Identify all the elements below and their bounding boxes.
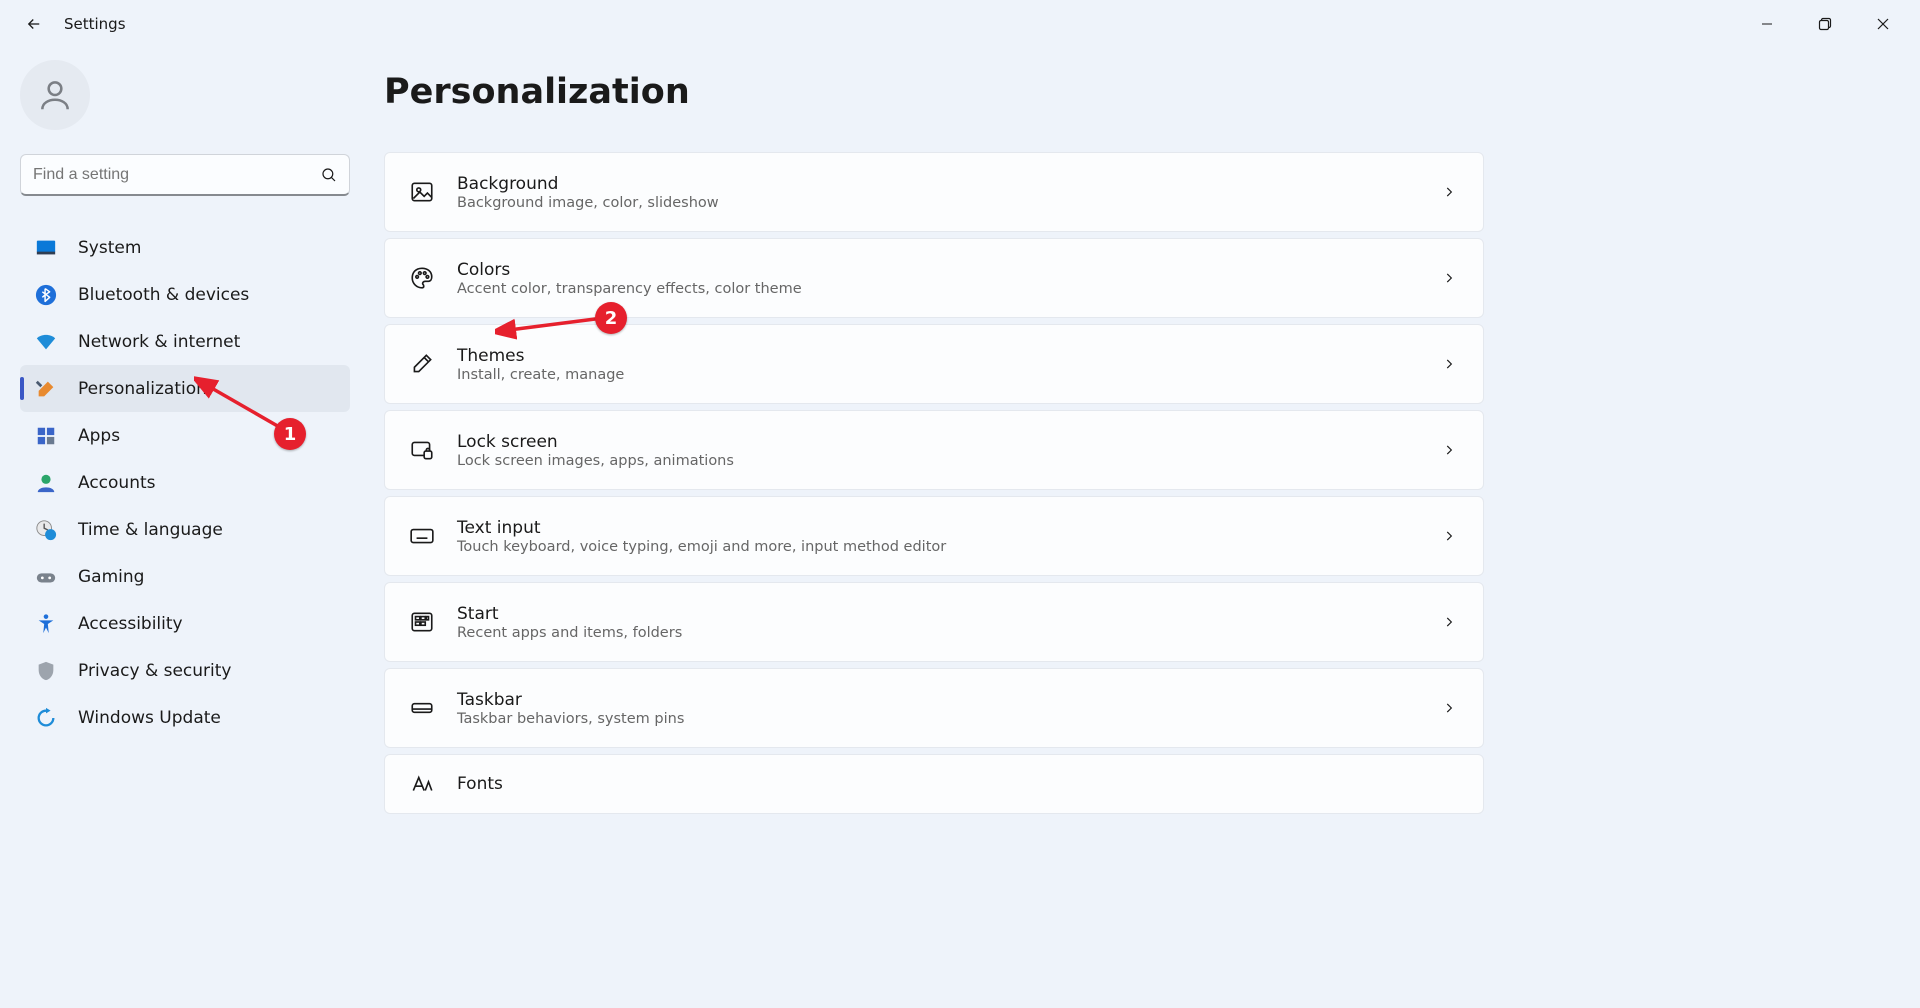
settings-card-list: Background Background image, color, slid…	[384, 152, 1484, 814]
arrow-left-icon	[25, 15, 43, 33]
sidebar-item-bluetooth[interactable]: Bluetooth & devices	[20, 271, 350, 318]
sidebar-item-windows-update[interactable]: Windows Update	[20, 694, 350, 741]
sidebar-item-system[interactable]: System	[20, 224, 350, 271]
sidebar-item-accessibility[interactable]: Accessibility	[20, 600, 350, 647]
brush-icon	[409, 351, 435, 377]
card-themes[interactable]: Themes Install, create, manage	[384, 324, 1484, 404]
card-colors[interactable]: Colors Accent color, transparency effect…	[384, 238, 1484, 318]
start-icon	[409, 609, 435, 635]
chevron-right-icon	[1439, 357, 1459, 371]
maximize-icon	[1818, 17, 1832, 31]
sidebar-item-label: Accounts	[78, 473, 156, 493]
card-title: Colors	[457, 260, 1417, 280]
chevron-right-icon	[1439, 443, 1459, 457]
titlebar: Settings	[0, 0, 1920, 48]
back-button[interactable]	[16, 6, 52, 42]
card-title: Taskbar	[457, 690, 1417, 710]
card-title: Lock screen	[457, 432, 1417, 452]
palette-icon	[409, 265, 435, 291]
paintbrush-icon	[34, 377, 58, 401]
sidebar-item-label: Personalization	[78, 379, 207, 399]
keyboard-icon	[409, 523, 435, 549]
sidebar-item-label: Apps	[78, 426, 120, 446]
card-lock-screen[interactable]: Lock screen Lock screen images, apps, an…	[384, 410, 1484, 490]
search-box	[20, 154, 350, 196]
sidebar-item-label: Gaming	[78, 567, 144, 587]
sidebar-item-label: Time & language	[78, 520, 223, 540]
update-icon	[34, 706, 58, 730]
sidebar-item-label: Bluetooth & devices	[78, 285, 249, 305]
app-title: Settings	[64, 15, 126, 33]
card-text-input[interactable]: Text input Touch keyboard, voice typing,…	[384, 496, 1484, 576]
window-controls	[1738, 4, 1912, 44]
font-icon	[409, 771, 435, 797]
sidebar-item-personalization[interactable]: Personalization	[20, 365, 350, 412]
minimize-icon	[1761, 18, 1773, 30]
page-title: Personalization	[384, 72, 1888, 112]
card-title: Start	[457, 604, 1417, 624]
account-icon	[34, 471, 58, 495]
chevron-right-icon	[1439, 271, 1459, 285]
chevron-right-icon	[1439, 701, 1459, 715]
gamepad-icon	[34, 565, 58, 589]
sidebar-item-apps[interactable]: Apps	[20, 412, 350, 459]
close-button[interactable]	[1854, 4, 1912, 44]
lock-screen-icon	[409, 437, 435, 463]
close-icon	[1877, 18, 1889, 30]
sidebar-item-time-language[interactable]: Time & language	[20, 506, 350, 553]
card-subtitle: Accent color, transparency effects, colo…	[457, 281, 1417, 297]
picture-icon	[409, 179, 435, 205]
search-input[interactable]	[20, 154, 350, 196]
sidebar: System Bluetooth & devices Network & int…	[0, 48, 360, 1008]
card-taskbar[interactable]: Taskbar Taskbar behaviors, system pins	[384, 668, 1484, 748]
search-icon	[320, 166, 338, 184]
sidebar-item-label: Windows Update	[78, 708, 221, 728]
chevron-right-icon	[1439, 615, 1459, 629]
card-title: Themes	[457, 346, 1417, 366]
user-avatar[interactable]	[20, 60, 90, 130]
chevron-right-icon	[1439, 529, 1459, 543]
sidebar-item-privacy[interactable]: Privacy & security	[20, 647, 350, 694]
shield-icon	[34, 659, 58, 683]
card-subtitle: Lock screen images, apps, animations	[457, 453, 1417, 469]
sidebar-item-label: Privacy & security	[78, 661, 232, 681]
card-fonts[interactable]: Fonts	[384, 754, 1484, 814]
person-icon	[36, 76, 74, 114]
sidebar-item-label: Accessibility	[78, 614, 183, 634]
sidebar-item-accounts[interactable]: Accounts	[20, 459, 350, 506]
sidebar-item-label: Network & internet	[78, 332, 240, 352]
card-subtitle: Background image, color, slideshow	[457, 195, 1417, 211]
chevron-right-icon	[1439, 185, 1459, 199]
content-area: Personalization Background Background im…	[360, 48, 1920, 1008]
card-subtitle: Recent apps and items, folders	[457, 625, 1417, 641]
sidebar-item-gaming[interactable]: Gaming	[20, 553, 350, 600]
display-icon	[34, 236, 58, 260]
card-title: Background	[457, 174, 1417, 194]
card-background[interactable]: Background Background image, color, slid…	[384, 152, 1484, 232]
clock-globe-icon	[34, 518, 58, 542]
card-title: Fonts	[457, 774, 1459, 794]
card-start[interactable]: Start Recent apps and items, folders	[384, 582, 1484, 662]
sidebar-item-network[interactable]: Network & internet	[20, 318, 350, 365]
minimize-button[interactable]	[1738, 4, 1796, 44]
card-subtitle: Taskbar behaviors, system pins	[457, 711, 1417, 727]
card-title: Text input	[457, 518, 1417, 538]
wifi-icon	[34, 330, 58, 354]
bluetooth-icon	[34, 283, 58, 307]
sidebar-nav: System Bluetooth & devices Network & int…	[20, 224, 350, 741]
apps-icon	[34, 424, 58, 448]
card-subtitle: Touch keyboard, voice typing, emoji and …	[457, 539, 1417, 555]
maximize-button[interactable]	[1796, 4, 1854, 44]
accessibility-icon	[34, 612, 58, 636]
sidebar-item-label: System	[78, 238, 141, 258]
card-subtitle: Install, create, manage	[457, 367, 1417, 383]
taskbar-icon	[409, 695, 435, 721]
